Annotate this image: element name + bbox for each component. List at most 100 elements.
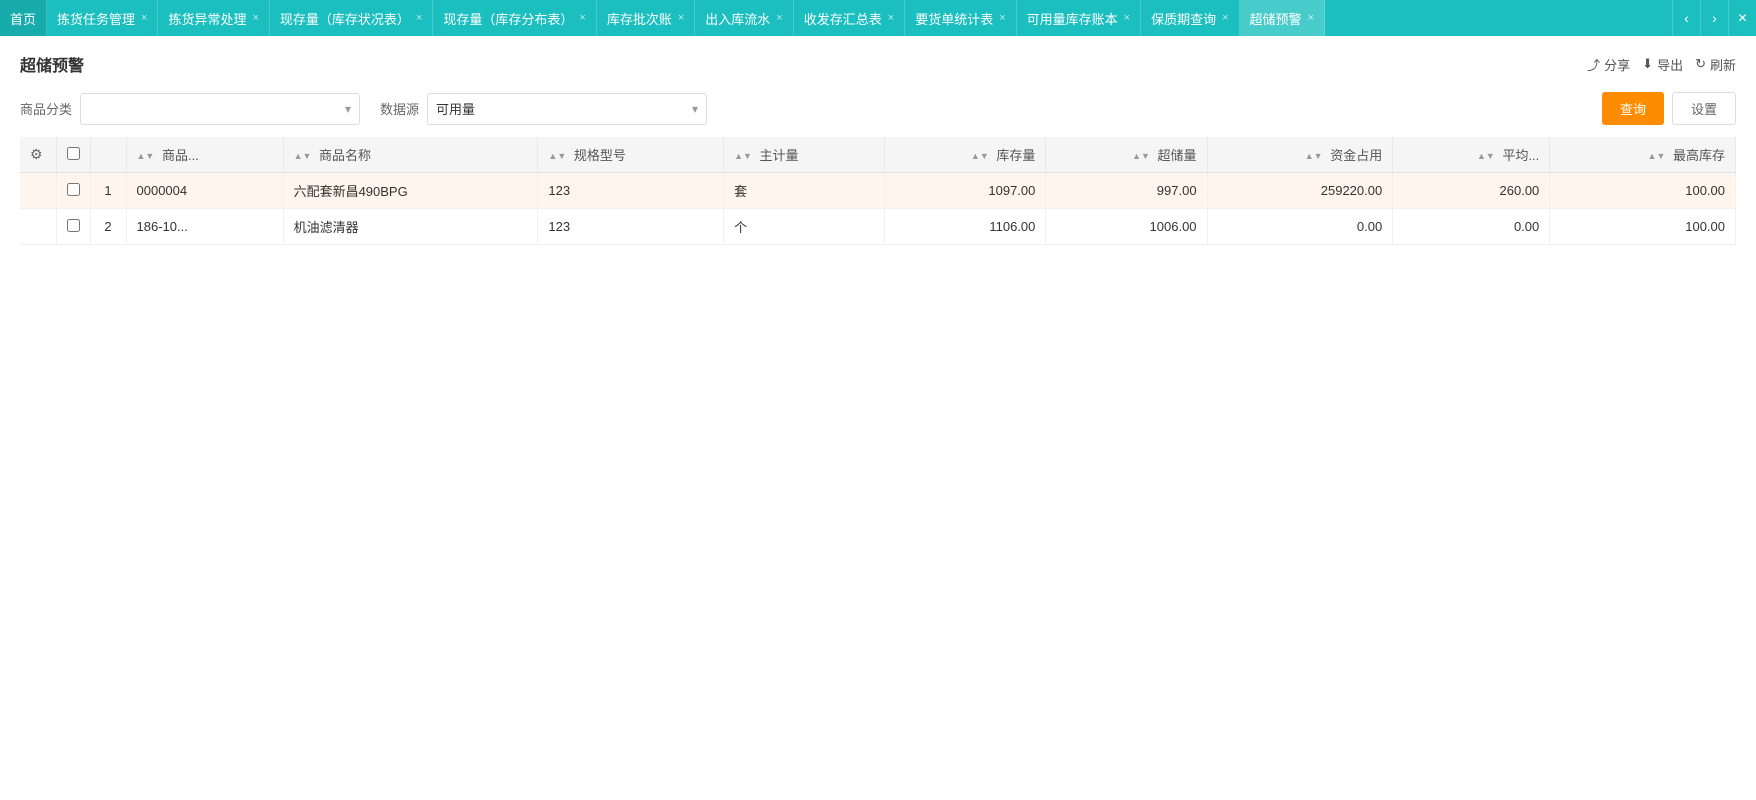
sort-product-code: ▲▼ — [137, 152, 155, 161]
datasource-filter: 数据源 可用量 ▾ — [380, 93, 707, 125]
nav-item-order-stats[interactable]: 要货单统计表 × — [905, 0, 1016, 36]
nav-close-icon[interactable]: × — [579, 12, 585, 24]
nav-item-home[interactable]: 首页 — [0, 0, 47, 36]
top-navigation: 首页拣货任务管理 ×拣货异常处理 ×现存量（库存状况表） ×现存量（库存分布表）… — [0, 0, 1756, 36]
col-capital[interactable]: ▲▼ 资金占用 — [1207, 137, 1393, 173]
row-gear — [20, 209, 56, 245]
table-header-row: ⚙ ▲▼ 商品... ▲▼ 商品名称 ▲▼ 规格型号 — [20, 137, 1736, 173]
col-overstock[interactable]: ▲▼ 超储量 — [1046, 137, 1207, 173]
col-checkbox-header — [56, 137, 90, 173]
nav-arrow-left[interactable]: ‹ — [1672, 0, 1700, 36]
sort-spec: ▲▼ — [548, 152, 566, 161]
table-row: 2 186-10... 机油滤清器 123 个 1106.00 1006.00 … — [20, 209, 1736, 245]
nav-close-icon[interactable]: × — [888, 12, 894, 24]
nav-close-icon[interactable]: × — [252, 12, 258, 24]
nav-item-label: 出入库流水 — [705, 9, 770, 28]
nav-item-label: 要货单统计表 — [915, 9, 993, 28]
nav-item-available-ledger[interactable]: 可用量库存账本 × — [1017, 0, 1141, 36]
nav-arrow-close[interactable]: ✕ — [1728, 0, 1756, 36]
sort-product-name: ▲▼ — [294, 152, 312, 161]
nav-item-label: 收发存汇总表 — [804, 9, 882, 28]
sort-avg: ▲▼ — [1477, 152, 1495, 161]
sort-capital: ▲▼ — [1305, 152, 1323, 161]
row-index: 2 — [90, 209, 126, 245]
nav-close-icon[interactable]: × — [1308, 12, 1314, 24]
nav-arrow-right[interactable]: › — [1700, 0, 1728, 36]
row-checkbox-cell — [56, 173, 90, 209]
select-all-checkbox[interactable] — [67, 147, 80, 160]
gear-icon[interactable]: ⚙ — [30, 146, 43, 162]
share-icon: ⤴ — [1587, 55, 1600, 74]
row-gear — [20, 173, 56, 209]
row-capital: 0.00 — [1207, 209, 1393, 245]
col-product-code[interactable]: ▲▼ 商品... — [126, 137, 283, 173]
nav-close-icon[interactable]: × — [678, 12, 684, 24]
export-button[interactable]: ⬇ 导出 — [1642, 55, 1683, 74]
row-capital: 259220.00 — [1207, 173, 1393, 209]
nav-close-icon[interactable]: × — [776, 12, 782, 24]
filter-actions: 查询 设置 — [1602, 92, 1736, 125]
col-product-name[interactable]: ▲▼ 商品名称 — [283, 137, 538, 173]
nav-item-label: 现存量（库存状况表） — [280, 9, 410, 28]
nav-arrows: ‹ › ✕ — [1672, 0, 1756, 36]
sort-max-stock: ▲▼ — [1648, 152, 1666, 161]
datasource-label: 数据源 — [380, 99, 419, 118]
row-overstock: 997.00 — [1046, 173, 1207, 209]
nav-item-inventory-dist[interactable]: 现存量（库存分布表） × — [433, 0, 596, 36]
nav-item-batch-account[interactable]: 库存批次账 × — [597, 0, 695, 36]
refresh-icon: ↻ — [1695, 56, 1706, 72]
nav-close-icon[interactable]: × — [1124, 12, 1130, 24]
row-checkbox-cell — [56, 209, 90, 245]
col-index-header — [90, 137, 126, 173]
nav-item-abnormal[interactable]: 拣货异常处理 × — [158, 0, 269, 36]
datasource-select-arrow: ▾ — [692, 102, 698, 116]
nav-item-inventory-status[interactable]: 现存量（库存状况表） × — [270, 0, 433, 36]
col-stock[interactable]: ▲▼ 库存量 — [885, 137, 1046, 173]
category-select[interactable]: ▾ — [80, 93, 360, 125]
col-unit[interactable]: ▲▼ 主计量 — [724, 137, 885, 173]
category-filter: 商品分类 ▾ — [20, 93, 360, 125]
nav-item-recv-send[interactable]: 收发存汇总表 × — [794, 0, 905, 36]
nav-close-icon[interactable]: × — [1222, 12, 1228, 24]
row-stock: 1106.00 — [885, 209, 1046, 245]
page-header: 超储预警 ⤴ 分享 ⬇ 导出 ↻ 刷新 — [20, 52, 1736, 76]
nav-close-icon[interactable]: × — [416, 12, 422, 24]
row-checkbox[interactable] — [67, 183, 80, 196]
datasource-select-value: 可用量 — [436, 99, 475, 118]
row-unit: 套 — [724, 173, 885, 209]
datasource-select[interactable]: 可用量 ▾ — [427, 93, 707, 125]
nav-close-icon[interactable]: × — [141, 12, 147, 24]
row-unit: 个 — [724, 209, 885, 245]
page-content: 超储预警 ⤴ 分享 ⬇ 导出 ↻ 刷新 商品分类 ▾ 数据源 — [0, 36, 1756, 800]
row-max-stock: 100.00 — [1550, 173, 1736, 209]
category-label: 商品分类 — [20, 99, 72, 118]
table-row: 1 0000004 六配套新昌490BPG 123 套 1097.00 997.… — [20, 173, 1736, 209]
row-checkbox[interactable] — [67, 219, 80, 232]
row-product-name: 六配套新昌490BPG — [283, 173, 538, 209]
col-max-stock[interactable]: ▲▼ 最高库存 — [1550, 137, 1736, 173]
settings-button[interactable]: 设置 — [1672, 92, 1736, 125]
sort-unit: ▲▼ — [734, 152, 752, 161]
refresh-button[interactable]: ↻ 刷新 — [1695, 55, 1736, 74]
data-table: ⚙ ▲▼ 商品... ▲▼ 商品名称 ▲▼ 规格型号 — [20, 137, 1736, 245]
query-button[interactable]: 查询 — [1602, 92, 1664, 125]
nav-item-overstock-warning[interactable]: 超储预警 × — [1240, 0, 1325, 36]
row-stock: 1097.00 — [885, 173, 1046, 209]
row-spec: 123 — [538, 173, 724, 209]
nav-item-quality-check[interactable]: 保质期查询 × — [1141, 0, 1239, 36]
col-avg[interactable]: ▲▼ 平均... — [1393, 137, 1550, 173]
nav-item-label: 可用量库存账本 — [1027, 9, 1118, 28]
nav-close-icon[interactable]: × — [999, 12, 1005, 24]
sort-overstock: ▲▼ — [1132, 152, 1150, 161]
nav-item-task-mgmt[interactable]: 拣货任务管理 × — [47, 0, 158, 36]
share-button[interactable]: ⤴ 分享 — [1587, 55, 1630, 74]
nav-item-inout-flow[interactable]: 出入库流水 × — [695, 0, 793, 36]
row-avg: 0.00 — [1393, 209, 1550, 245]
page-title: 超储预警 — [20, 52, 84, 76]
filter-row: 商品分类 ▾ 数据源 可用量 ▾ 查询 设置 — [20, 92, 1736, 125]
col-spec[interactable]: ▲▼ 规格型号 — [538, 137, 724, 173]
row-overstock: 1006.00 — [1046, 209, 1207, 245]
category-select-arrow: ▾ — [345, 102, 351, 116]
nav-item-label: 超储预警 — [1250, 9, 1302, 28]
sort-stock: ▲▼ — [971, 152, 989, 161]
